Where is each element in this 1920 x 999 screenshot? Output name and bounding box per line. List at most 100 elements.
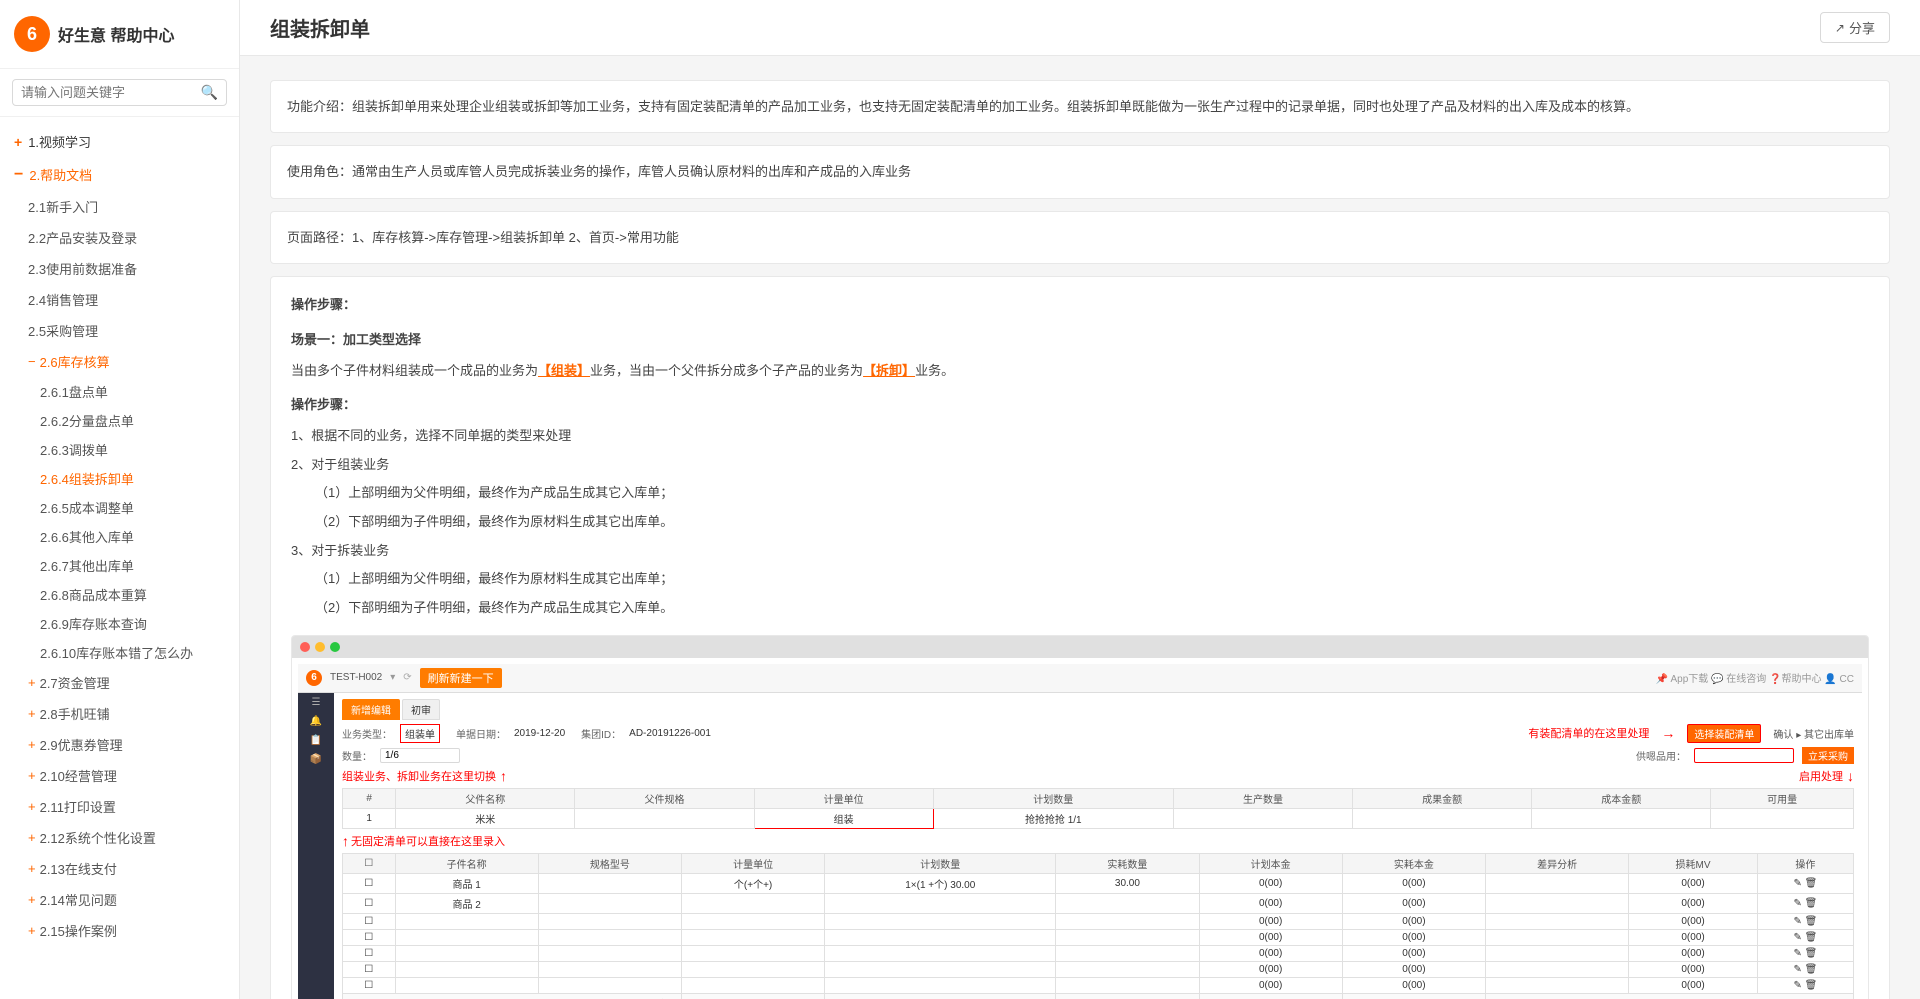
ss-nav-icon-4: 📦 [310,754,322,765]
label: 2.6.6其他入库单 [40,527,134,546]
ss-start-btn[interactable]: 立采采购 [1802,747,1854,764]
ss-main: ☰ 🔔 📋 📦 新增编辑 初审 [298,693,1862,999]
ss-qty-input[interactable] [380,748,460,763]
ss-tab-new[interactable]: 新增编辑 [342,699,400,720]
ss-col-parent-spec: 父件规格 [575,788,754,808]
sidebar-item-video[interactable]: + 1.视频学习 [0,125,239,158]
ss-tabs[interactable]: 新增编辑 初审 [342,699,1854,720]
sidebar-item-newbie[interactable]: 2.1新手入门 [0,191,239,222]
steps-title: 操作步骤： [291,293,1869,318]
annotation-fixed-bom: 有装配清单的在这里处理 [1528,725,1649,741]
total-label: 合计 [343,993,682,999]
sidebar-item-263[interactable]: 2.6.3调拨单 [0,435,239,464]
ss-unit-search-input[interactable] [1694,748,1794,763]
plus-icon-213: + [28,861,36,876]
sidebar-item-sales[interactable]: 2.4销售管理 [0,284,239,315]
ss-group-label: 集团ID： [581,726,621,741]
path-intro-block: 页面路径：1、库存核算->库存管理->组装拆卸单 2、首页->常用功能 [270,211,1890,264]
sidebar-item-267[interactable]: 2.6.7其他出库单 [0,551,239,580]
ss-group-value: AD-20191226-001 [629,728,711,739]
label: 2.6.10库存账本错了怎么办 [40,643,193,662]
sidebar-item-261[interactable]: 2.6.1盘点单 [0,377,239,406]
sidebar-item-268[interactable]: 2.6.8商品成本重算 [0,580,239,609]
table-row: ☐ 0(00) 0(00) [343,961,1854,977]
total-val4: 0.00 [1199,993,1342,999]
role-intro-block: 使用角色：通常由生产人员或库管人员完成拆装业务的操作，库管人员确认原材料的出库和… [270,145,1890,198]
search-input[interactable] [21,85,201,100]
step-3: 3、对于拆装业务 [291,539,1869,564]
app-title: 好生意 帮助中心 [58,22,174,46]
ss-b-col-plan-qty: 计划数量 [825,853,1056,873]
ss-nav-icon-3: 📋 [310,735,322,746]
sidebar-item-214[interactable]: + 2.14常见问题 [0,884,239,915]
total-val2: 0.00 [825,993,1056,999]
table-footer-row: 合计 89.00 0.00 0.00 0.00 0.00 [343,993,1854,999]
nav-tree: + 1.视频学习 − 2.帮助文档 2.1新手入门 2.2产品安装及登录 2.3… [0,117,239,999]
sidebar-item-266[interactable]: 2.6.6其他入库单 [0,522,239,551]
search-box[interactable]: 🔍 [12,79,227,106]
sidebar-item-install[interactable]: 2.2产品安装及登录 [0,222,239,253]
ss-tenant: TEST-H002 [330,672,382,683]
label: 2.12系统个性化设置 [40,828,156,847]
total-val1: 89.00 [681,993,824,999]
stock-minus-icon: − [28,354,36,369]
ss-col-unit: 计量单位 [754,788,933,808]
sidebar-item-210[interactable]: + 2.10经营管理 [0,760,239,791]
ss-select-bom-btn[interactable]: 选择装配清单 [1687,724,1761,743]
min-dot [315,642,325,652]
step-2-1: （1）上部明细为父件明细，最终作为产成品生成其它入库单； [291,481,1869,506]
step-3-1: （1）上部明细为父件明细，最终作为原材料生成其它出库单； [291,567,1869,592]
sidebar: 6 好生意 帮助中心 🔍 + 1.视频学习 − 2.帮助文档 2.1新手入门 2… [0,0,240,999]
steps-section: 操作步骤： 场景一：加工类型选择 当由多个子件材料组装成一个成品的业务为【组装】… [270,276,1890,999]
ss-b-col-child-name: 子件名称 [395,853,538,873]
ss-refresh-icon: ⟳ [403,672,411,683]
ss-col-result-amt: 成果金额 [1353,788,1532,808]
minus-icon: − [14,167,23,183]
annotation-no-fixed: 无固定清单可以直接在这里录入 [351,833,505,849]
plus-icon-214: + [28,892,36,907]
sidebar-item-269[interactable]: 2.6.9库存账本查询 [0,609,239,638]
step-2-2: （2）下部明细为子件明细，最终作为原材料生成其它出库单。 [291,510,1869,535]
ss-col-plan-qty: 计划数量 [933,788,1173,808]
ss-qty-label: 数量： [342,748,372,763]
label: 2.6.3调拨单 [40,440,108,459]
sidebar-item-264[interactable]: 2.6.4组装拆卸单 [0,464,239,493]
sidebar-item-262[interactable]: 2.6.2分量盘点单 [0,406,239,435]
max-dot [330,642,340,652]
ss-logo: 6 [306,670,322,686]
ss-more-btns: 确认 ▸ 其它出库单 [1773,726,1854,741]
sidebar-item-prepare[interactable]: 2.3使用前数据准备 [0,253,239,284]
table-row: ☐ 0(00) 0(00) [343,945,1854,961]
share-button[interactable]: ↗ 分享 [1820,12,1890,43]
sidebar-item-215[interactable]: + 2.15操作案例 [0,915,239,946]
sidebar-item-213[interactable]: + 2.13在线支付 [0,853,239,884]
label: 2.9优惠券管理 [40,735,123,754]
ss-col-prod-qty: 生产数量 [1173,788,1352,808]
stock-children: 2.6.1盘点单 2.6.2分量盘点单 2.6.3调拨单 2.6.4组装拆卸单 … [0,377,239,667]
search-icon[interactable]: 🔍 [201,84,218,101]
label: 2.1新手入门 [28,197,98,216]
label: 2.7资金管理 [40,673,110,692]
sidebar-item-2610[interactable]: 2.6.10库存账本错了怎么办 [0,638,239,667]
ss-date-value: 2019-12-20 [514,728,565,739]
ss-tab-review[interactable]: 初审 [402,699,440,720]
sidebar-item-28[interactable]: + 2.8手机旺铺 [0,698,239,729]
ss-biz-type-label: 业务类型： [342,726,392,741]
sidebar-item-purchase[interactable]: 2.5采购管理 [0,315,239,346]
label: 2.13在线支付 [40,859,117,878]
ss-col-cost-amt: 成本金额 [1532,788,1711,808]
ss-top-table: # 父件名称 父件规格 计量单位 计划数量 生产数量 成果金额 成本金额 可用量 [342,788,1854,829]
top-bar: 组装拆卸单 ↗ 分享 [240,0,1920,56]
sidebar-item-docs[interactable]: − 2.帮助文档 [0,158,239,191]
label: 2.6.7其他出库单 [40,556,134,575]
scene-desc: 当由多个子件材料组装成一个成品的业务为【组装】业务，当由一个父件拆分成多个子产品… [291,359,1869,384]
sidebar-item-stock[interactable]: − 2.6库存核算 [0,346,239,377]
sidebar-item-265[interactable]: 2.6.5成本调整单 [0,493,239,522]
ss-new-btn[interactable]: 刷新新建一下 [420,668,502,688]
sidebar-item-211[interactable]: + 2.11打印设置 [0,791,239,822]
sidebar-item-27[interactable]: + 2.7资金管理 [0,667,239,698]
sidebar-item-29[interactable]: + 2.9优惠券管理 [0,729,239,760]
sidebar-item-212[interactable]: + 2.12系统个性化设置 [0,822,239,853]
annotation-enable: 启用处理 [1799,768,1843,784]
arrow-up-icon2: ↑ [342,833,349,849]
